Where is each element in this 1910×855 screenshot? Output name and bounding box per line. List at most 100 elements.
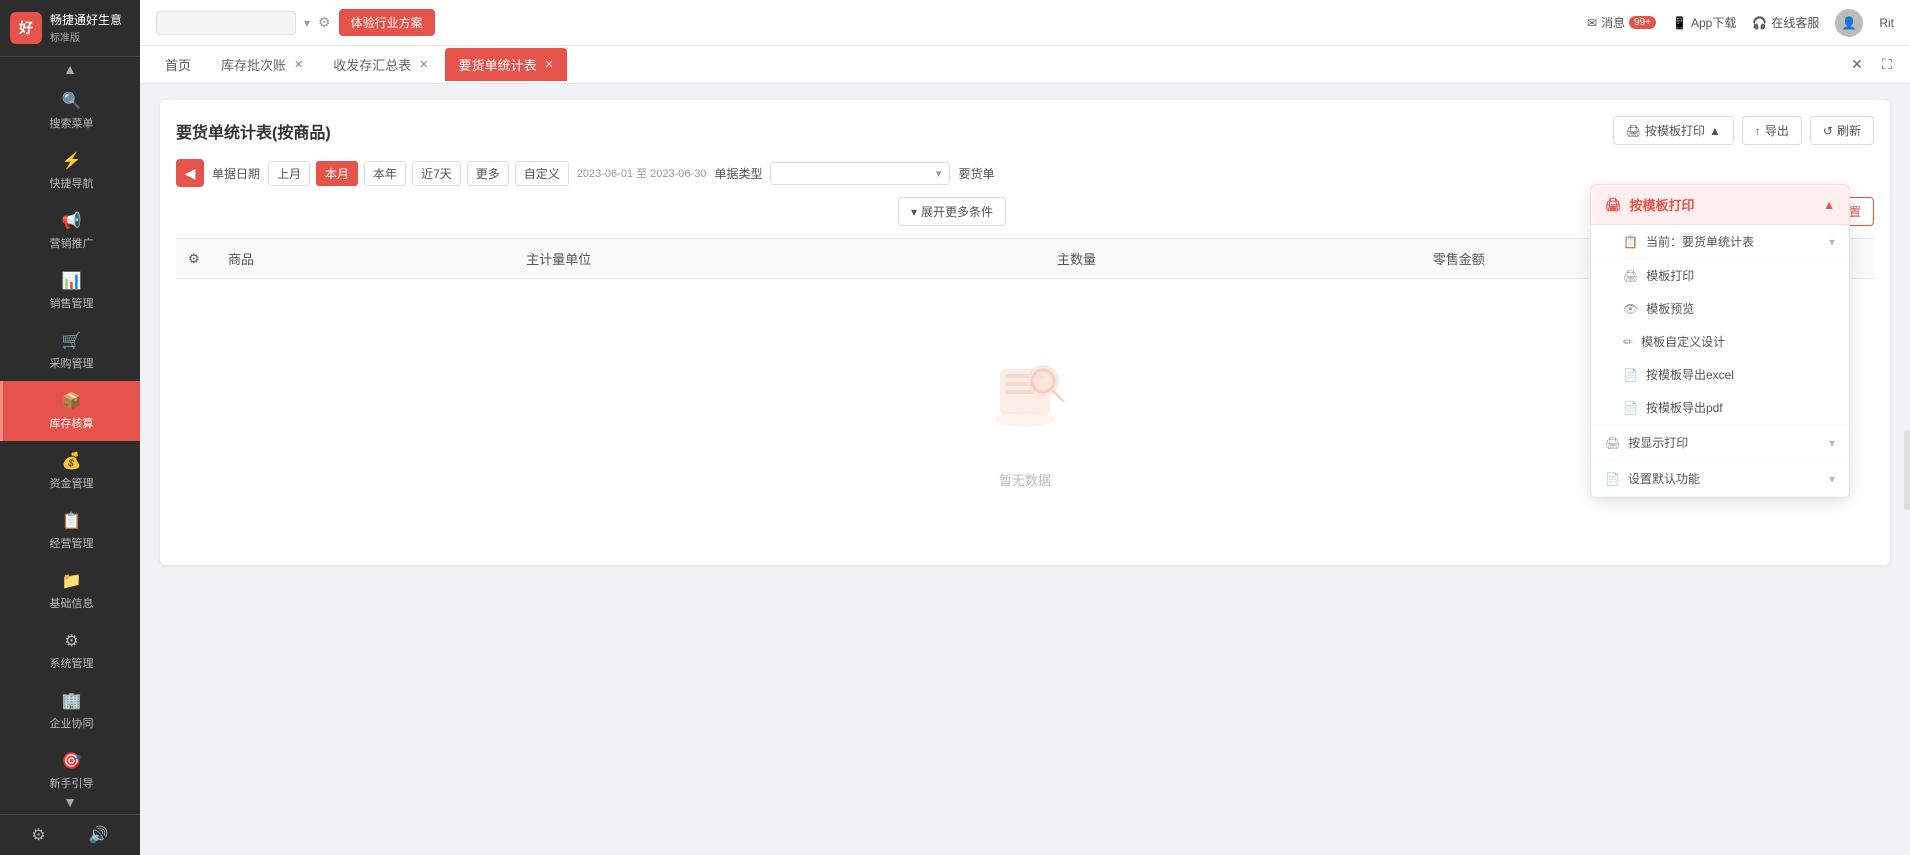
print-dropdown: 🖨 按模板打印 ▲ 📋 当前：要货单统计表 ▾ 🖨: [1590, 184, 1850, 498]
enterprise-icon: 🏢: [62, 691, 82, 711]
expand-conditions-button[interactable]: ▾ 展开更多条件: [898, 197, 1006, 226]
sidebar-item-guide[interactable]: 🎯 新手引导: [0, 741, 140, 790]
type-label: 单据类型: [714, 165, 762, 182]
dropdown-header-left: 🖨 按模板打印: [1605, 195, 1695, 214]
set-default-item[interactable]: 📄 设置默认功能 ▾: [1591, 461, 1849, 497]
app-download-button[interactable]: 📱 App下载: [1672, 14, 1736, 31]
print-button[interactable]: 🖨 按模板打印 ▲: [1613, 116, 1734, 145]
topbar-left: ▾ ⚙ 体验行业方案: [156, 9, 435, 36]
tabs-expand-button[interactable]: ⛶: [1876, 54, 1898, 76]
print-chevron-up-icon: ▲: [1709, 124, 1721, 138]
sidebar-item-finance[interactable]: 💰 资金管理: [0, 441, 140, 501]
sidebar-item-inventory[interactable]: 📦 库存核算: [0, 381, 140, 441]
sidebar-scroll-down[interactable]: ▼: [0, 790, 140, 814]
sidebar-item-operations[interactable]: 📋 经营管理: [0, 501, 140, 561]
export-button[interactable]: ↑ 导出: [1742, 116, 1802, 145]
topbar-gear-icon[interactable]: ⚙: [318, 14, 331, 31]
tab-batch-account[interactable]: 库存批次账 ✕: [208, 48, 316, 81]
template-design-item[interactable]: ✏ 模板自定义设计: [1591, 325, 1849, 358]
date-curr-year[interactable]: 本年: [364, 161, 406, 186]
sidebar-item-basic[interactable]: 📁 基础信息: [0, 561, 140, 621]
user-avatar[interactable]: 👤: [1835, 9, 1863, 37]
sidebar-footer: ⚙ 🔊: [0, 814, 140, 855]
date-curr-month[interactable]: 本月: [316, 161, 358, 186]
export-pdf-icon: 📄: [1623, 401, 1638, 415]
topbar-search-input[interactable]: [156, 11, 296, 35]
type-select[interactable]: ▾: [770, 162, 950, 185]
username-label: Rit: [1879, 16, 1894, 30]
inventory-icon: 📦: [62, 391, 82, 411]
sidebar-item-marketing[interactable]: 📢 营销推广: [0, 201, 140, 261]
sidebar-item-sales[interactable]: 📊 销售管理: [0, 261, 140, 321]
tab-requisition-stats[interactable]: 要货单统计表 ✕: [445, 48, 566, 81]
tab-batch-account-close[interactable]: ✕: [294, 58, 303, 71]
sidebar-sound-icon[interactable]: 🔊: [89, 825, 109, 845]
date-range: 2023-06-01 至 2023-06-30: [577, 165, 707, 181]
date-7days[interactable]: 近7天: [412, 161, 461, 186]
date-prev-month[interactable]: 上月: [268, 161, 310, 186]
promo-button[interactable]: 体验行业方案: [339, 9, 435, 36]
guide-icon: 🎯: [62, 751, 82, 771]
set-default-icon: 📄: [1605, 472, 1620, 486]
template-export-excel-item[interactable]: 📄 按模板导出excel: [1591, 358, 1849, 391]
refresh-icon: ↺: [1823, 124, 1833, 138]
basic-icon: 📁: [62, 571, 82, 591]
message-icon: ✉: [1587, 16, 1597, 30]
marketing-icon: 📢: [62, 211, 82, 231]
template-preview-item[interactable]: 👁 模板预览: [1591, 292, 1849, 325]
tabs-actions: ✕ ⛶: [1846, 54, 1898, 76]
display-print-item[interactable]: 🖨 按显示打印 ▾: [1591, 425, 1849, 461]
sidebar-item-purchase[interactable]: 🛒 采购管理: [0, 321, 140, 381]
tab-requisition-stats-close[interactable]: ✕: [545, 58, 554, 71]
logo-icon: 好: [10, 12, 42, 44]
sidebar-item-system[interactable]: ⚙ 系统管理: [0, 621, 140, 681]
refresh-button[interactable]: ↺ 刷新: [1810, 116, 1874, 145]
header-actions: 🖨 按模板打印 ▲ ↑ 导出 ↺ 刷新: [1613, 116, 1874, 145]
table-settings-icon[interactable]: ⚙: [188, 251, 200, 266]
date-options: 上月 本月 本年 近7天 更多 自定义: [268, 161, 569, 186]
message-button[interactable]: ✉ 消息 99+: [1587, 14, 1656, 31]
sidebar-nav: 🔍 搜索菜单 ⚡ 快捷导航 📢 营销推广 📊 销售管理 🛒 采购管理 📦 库存核…: [0, 81, 140, 790]
col-quantity: 主数量: [1045, 239, 1421, 279]
template-print-item[interactable]: 🖨 模板打印: [1591, 259, 1849, 292]
date-more[interactable]: 更多: [467, 161, 509, 186]
sidebar-settings-icon[interactable]: ⚙: [31, 825, 45, 845]
online-service-button[interactable]: 🎧 在线客服: [1752, 14, 1819, 31]
date-custom[interactable]: 自定义: [515, 161, 569, 186]
sidebar-item-enterprise[interactable]: 🏢 企业协同: [0, 681, 140, 741]
tabs-close-button[interactable]: ✕: [1846, 54, 1868, 76]
operations-icon: 📋: [62, 511, 82, 531]
current-template-item[interactable]: 📋 当前：要货单统计表 ▾: [1591, 225, 1849, 258]
avatar-icon: 👤: [1842, 16, 1857, 30]
sidebar-item-quick-nav[interactable]: ⚡ 快捷导航: [0, 141, 140, 201]
topbar-chevron-icon[interactable]: ▾: [304, 16, 310, 30]
sidebar-item-search[interactable]: 🔍 搜索菜单: [0, 81, 140, 141]
expand-down-icon: ▾: [911, 205, 917, 219]
date-label: 单据日期: [212, 165, 260, 182]
print-dropdown-header[interactable]: 🖨 按模板打印 ▲: [1591, 185, 1849, 225]
page-content: 要货单统计表(按商品) 🖨 按模板打印 ▲ ↑ 导出 ↺ 刷新: [140, 84, 1910, 855]
scrollbar-handle[interactable]: [1904, 430, 1910, 510]
collapse-btn[interactable]: ◀: [176, 159, 204, 187]
tab-collection-report-close[interactable]: ✕: [419, 58, 428, 71]
current-template-section: 📋 当前：要货单统计表 ▾: [1591, 225, 1849, 259]
template-preview-icon: 👁: [1623, 302, 1638, 316]
display-print-icon: 🖨: [1605, 436, 1620, 450]
template-export-pdf-item[interactable]: 📄 按模板导出pdf: [1591, 391, 1849, 424]
display-print-arrow: ▾: [1829, 436, 1835, 450]
app-logo: 好 畅捷通好生意 标准版: [0, 0, 140, 57]
sidebar: 好 畅捷通好生意 标准版 ▲ 🔍 搜索菜单 ⚡ 快捷导航 📢 营销推广 📊 销售…: [0, 0, 140, 855]
display-print-left: 🖨 按显示打印: [1605, 434, 1688, 451]
message-badge: 99+: [1629, 16, 1656, 29]
dropdown-group-section: 🖨 按显示打印 ▾ 📄 设置默认功能 ▾: [1591, 425, 1849, 497]
headset-icon: 🎧: [1752, 16, 1767, 30]
tab-home[interactable]: 首页: [152, 48, 204, 81]
printer-dropdown-icon: 🖨: [1605, 197, 1622, 213]
set-default-left: 📄 设置默认功能: [1605, 470, 1700, 487]
tab-collection-report[interactable]: 收发存汇总表 ✕: [320, 48, 441, 81]
sales-icon: 📊: [62, 271, 82, 291]
current-template-arrow: ▾: [1829, 235, 1835, 249]
download-icon: 📱: [1672, 16, 1687, 30]
sidebar-scroll-up[interactable]: ▲: [0, 57, 140, 81]
printer-icon: 🖨: [1626, 124, 1641, 138]
